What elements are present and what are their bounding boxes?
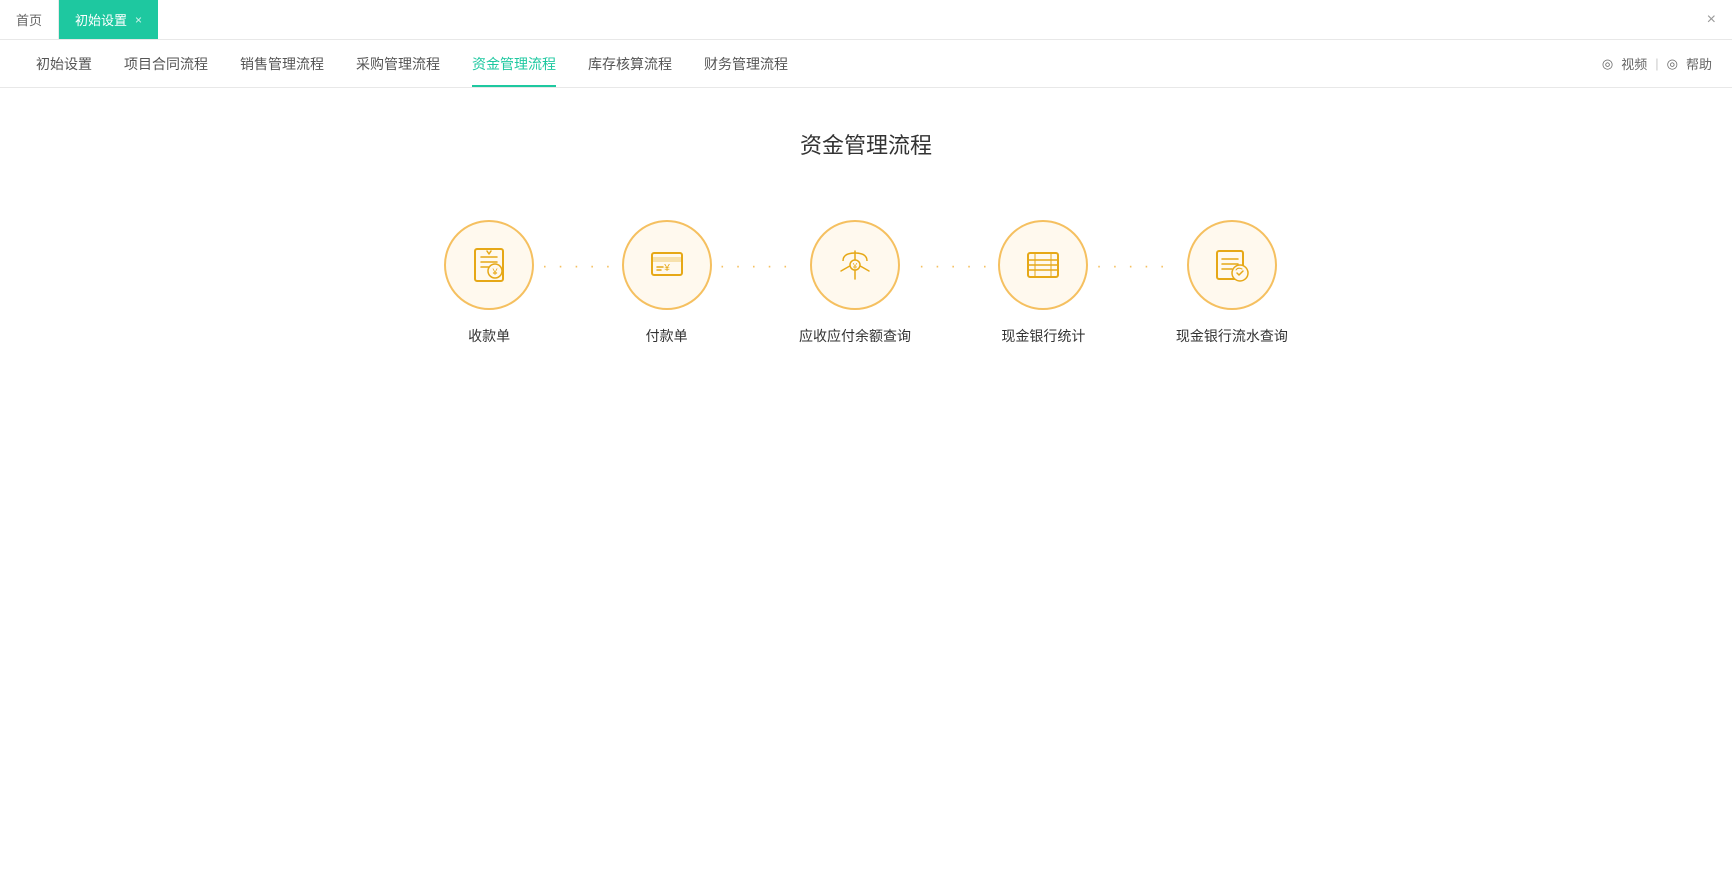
payment-icon-circle: ¥ xyxy=(622,220,712,310)
connector-3: · · · · · xyxy=(911,258,998,276)
balance-icon: ¥ xyxy=(833,243,877,287)
svg-text:¥: ¥ xyxy=(492,267,499,277)
tab-label: 初始设置 xyxy=(75,10,127,29)
nav-item-sales[interactable]: 销售管理流程 xyxy=(224,40,340,87)
flow-item-balance[interactable]: ¥ 应收应付余额查询 xyxy=(799,220,911,346)
connector-4: · · · · · xyxy=(1088,258,1175,276)
connector-1: · · · · · xyxy=(534,258,621,276)
nav-item-funds[interactable]: 资金管理流程 xyxy=(456,40,572,87)
page-title: 资金管理流程 xyxy=(800,128,932,160)
receipt-icon: ¥ xyxy=(467,243,511,287)
dots-icon-2: · · · · · xyxy=(720,258,791,276)
flow-item-receipt[interactable]: ¥ 收款单 xyxy=(444,220,534,346)
nav-right: ◎ 视频 | ◎ 帮助 xyxy=(1602,54,1712,73)
receipt-label: 收款单 xyxy=(468,326,510,346)
flow-item-cash-flow[interactable]: 现金银行流水查询 xyxy=(1176,220,1288,346)
circle-question-icon: ◎ xyxy=(1667,56,1678,72)
flow-item-payment[interactable]: ¥ 付款单 xyxy=(622,220,712,346)
main-content: 资金管理流程 ¥ 收款单 · · · · · xyxy=(0,88,1732,386)
cash-bank-icon xyxy=(1021,243,1065,287)
window-close-button[interactable]: × xyxy=(1707,11,1716,29)
dots-icon-3: · · · · · xyxy=(919,258,990,276)
top-bar: 首页 初始设置 × × xyxy=(0,0,1732,40)
cash-bank-label: 现金银行统计 xyxy=(1001,326,1085,346)
nav-bar: 初始设置 项目合同流程 销售管理流程 采购管理流程 资金管理流程 库存核算流程 … xyxy=(0,40,1732,88)
flow-item-cash-bank[interactable]: 现金银行统计 xyxy=(998,220,1088,346)
nav-divider: | xyxy=(1655,56,1658,71)
top-bar-right: × xyxy=(1707,11,1732,29)
flow-container: ¥ 收款单 · · · · · ¥ 付款单 · · xyxy=(316,220,1416,346)
nav-item-project[interactable]: 项目合同流程 xyxy=(108,40,224,87)
help-link[interactable]: 帮助 xyxy=(1686,54,1712,73)
video-link[interactable]: 视频 xyxy=(1621,54,1647,73)
tab-close-button[interactable]: × xyxy=(135,13,142,27)
payment-label: 付款单 xyxy=(646,326,688,346)
nav-item-purchase[interactable]: 采购管理流程 xyxy=(340,40,456,87)
initial-setup-tab[interactable]: 初始设置 × xyxy=(59,0,158,39)
svg-text:¥: ¥ xyxy=(852,262,858,271)
svg-text:¥: ¥ xyxy=(663,263,670,274)
cash-flow-icon xyxy=(1210,243,1254,287)
cash-flow-icon-circle xyxy=(1187,220,1277,310)
cash-bank-icon-circle xyxy=(998,220,1088,310)
nav-item-finance[interactable]: 财务管理流程 xyxy=(688,40,804,87)
cash-flow-label: 现金银行流水查询 xyxy=(1176,326,1288,346)
receipt-icon-circle: ¥ xyxy=(444,220,534,310)
connector-2: · · · · · xyxy=(712,258,799,276)
balance-icon-circle: ¥ xyxy=(810,220,900,310)
dots-icon-1: · · · · · xyxy=(542,258,613,276)
balance-label: 应收应付余额查询 xyxy=(799,326,911,346)
circle-play-icon: ◎ xyxy=(1602,56,1613,72)
nav-item-inventory[interactable]: 库存核算流程 xyxy=(572,40,688,87)
home-tab[interactable]: 首页 xyxy=(0,0,59,39)
nav-item-initial[interactable]: 初始设置 xyxy=(20,40,108,87)
dots-icon-4: · · · · · xyxy=(1096,258,1167,276)
payment-icon: ¥ xyxy=(645,243,689,287)
